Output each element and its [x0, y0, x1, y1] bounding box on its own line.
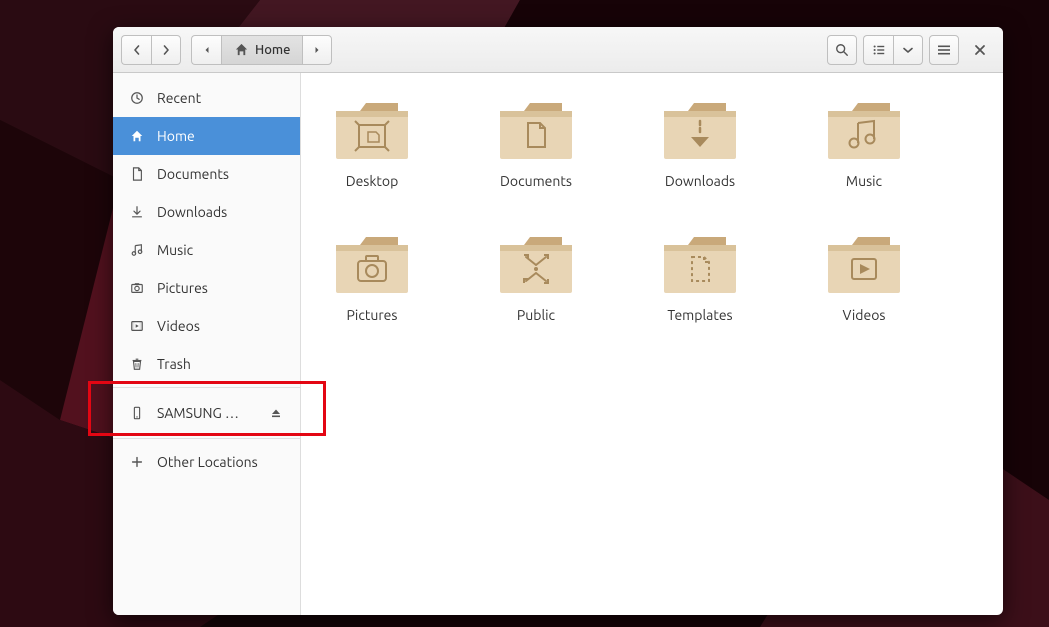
folder-label: Desktop	[346, 173, 399, 189]
hamburger-icon	[937, 43, 951, 57]
sidebar-item-device-samsung[interactable]: SAMSUNG …	[113, 394, 300, 432]
sidebar-item-downloads[interactable]: Downloads	[113, 193, 300, 231]
folder-downloads[interactable]: Downloads	[655, 95, 745, 189]
plus-icon	[129, 454, 145, 470]
folder-icon	[332, 229, 412, 299]
folder-label: Videos	[843, 307, 886, 323]
sidebar-item-recent[interactable]: Recent	[113, 79, 300, 117]
menu-button[interactable]	[929, 35, 959, 65]
titlebar: Home	[113, 27, 1003, 73]
phone-icon	[129, 405, 145, 421]
folder-icon	[660, 229, 740, 299]
sidebar-item-other-locations[interactable]: Other Locations	[113, 443, 300, 481]
videos-icon	[129, 318, 145, 334]
sidebar-item-home[interactable]: Home	[113, 117, 300, 155]
folder-icon	[660, 95, 740, 165]
chevron-down-icon	[903, 45, 913, 55]
view-buttons	[863, 35, 923, 65]
folder-desktop[interactable]: Desktop	[327, 95, 417, 189]
path-location-label: Home	[255, 43, 290, 57]
folder-label: Public	[517, 307, 555, 323]
path-bar: Home	[191, 35, 332, 65]
triangle-right-icon	[313, 46, 321, 54]
nav-buttons	[121, 35, 181, 65]
recent-icon	[129, 90, 145, 106]
sidebar-item-pictures[interactable]: Pictures	[113, 269, 300, 307]
sidebar-item-label: Downloads	[157, 204, 284, 220]
path-next-button[interactable]	[302, 35, 332, 65]
folder-label: Downloads	[665, 173, 735, 189]
sidebar-item-documents[interactable]: Documents	[113, 155, 300, 193]
list-view-icon	[872, 43, 886, 57]
sidebar-item-music[interactable]: Music	[113, 231, 300, 269]
downloads-icon	[129, 204, 145, 220]
back-button[interactable]	[121, 35, 151, 65]
folder-public[interactable]: Public	[491, 229, 581, 323]
folder-templates[interactable]: Templates	[655, 229, 745, 323]
sidebar-item-label: Other Locations	[157, 454, 284, 470]
chevron-left-icon	[132, 45, 142, 55]
documents-icon	[129, 166, 145, 182]
sidebar-item-videos[interactable]: Videos	[113, 307, 300, 345]
trash-icon	[129, 356, 145, 372]
sidebar-item-label: Music	[157, 242, 284, 258]
folder-label: Templates	[667, 307, 732, 323]
eject-button[interactable]	[270, 406, 284, 420]
folder-label: Pictures	[347, 307, 398, 323]
sidebar-item-label: SAMSUNG …	[157, 405, 258, 421]
path-location-home[interactable]: Home	[221, 35, 302, 65]
folder-label: Documents	[500, 173, 572, 189]
home-icon	[234, 42, 249, 57]
path-prev-button[interactable]	[191, 35, 221, 65]
forward-button[interactable]	[151, 35, 181, 65]
sidebar-item-label: Videos	[157, 318, 284, 334]
folder-icon	[824, 95, 904, 165]
folder-icon	[496, 229, 576, 299]
sidebar-item-trash[interactable]: Trash	[113, 345, 300, 383]
search-button[interactable]	[827, 35, 857, 65]
folder-icon	[496, 95, 576, 165]
window-body: Recent Home Documents Downloads Music Pi…	[113, 73, 1003, 615]
folder-music[interactable]: Music	[819, 95, 909, 189]
folder-icon	[824, 229, 904, 299]
sidebar-item-label: Pictures	[157, 280, 284, 296]
sidebar-item-label: Documents	[157, 166, 284, 182]
search-icon	[835, 43, 849, 57]
chevron-right-icon	[161, 45, 171, 55]
close-button[interactable]	[965, 35, 995, 65]
folder-pictures[interactable]: Pictures	[327, 229, 417, 323]
sidebar-item-label: Recent	[157, 90, 284, 106]
folder-icon	[332, 95, 412, 165]
sidebar-separator	[113, 387, 300, 388]
sidebar-separator	[113, 438, 300, 439]
close-icon	[974, 44, 986, 56]
list-view-button[interactable]	[863, 35, 893, 65]
folder-label: Music	[846, 173, 882, 189]
folder-grid: Desktop Documents	[301, 73, 1003, 615]
home-icon	[129, 128, 145, 144]
file-manager-window: Home Recent	[113, 27, 1003, 615]
sidebar-item-label: Home	[157, 128, 284, 144]
sidebar: Recent Home Documents Downloads Music Pi…	[113, 73, 301, 615]
view-options-button[interactable]	[893, 35, 923, 65]
sidebar-item-label: Trash	[157, 356, 284, 372]
folder-videos[interactable]: Videos	[819, 229, 909, 323]
folder-documents[interactable]: Documents	[491, 95, 581, 189]
music-icon	[129, 242, 145, 258]
pictures-icon	[129, 280, 145, 296]
triangle-left-icon	[203, 46, 211, 54]
